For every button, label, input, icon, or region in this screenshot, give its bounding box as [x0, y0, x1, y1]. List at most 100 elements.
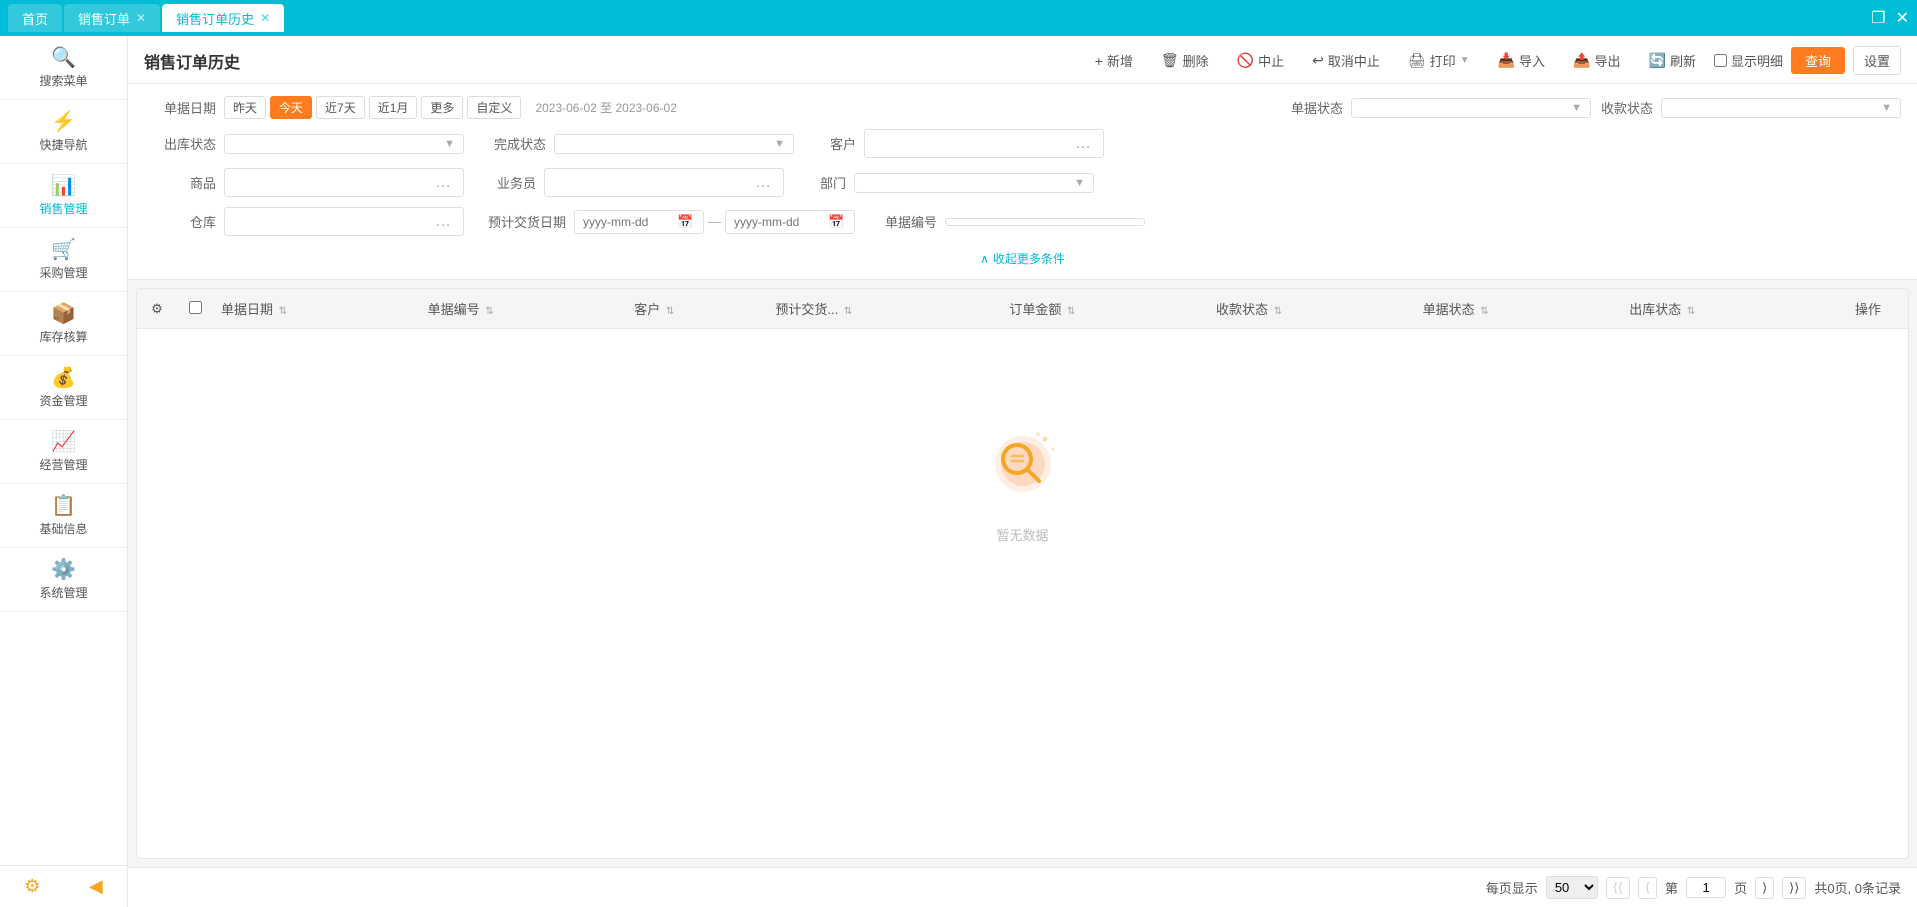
- completion-status-select[interactable]: ▼: [554, 134, 794, 154]
- sidebar-collapse-button[interactable]: ◀: [89, 876, 103, 897]
- date-btn-1month[interactable]: 近1月: [369, 96, 418, 119]
- th-number[interactable]: 单据编号 ⇅: [420, 289, 627, 329]
- tab-sales-order-close[interactable]: ✕: [136, 11, 146, 25]
- stop-icon: 🚫: [1237, 52, 1254, 69]
- quick-nav-icon: ⚡: [51, 112, 76, 132]
- prev-page-button[interactable]: ⟨: [1638, 877, 1657, 899]
- date-btn-more[interactable]: 更多: [421, 96, 463, 119]
- tab-bar-right: ❐ ✕: [1871, 8, 1909, 28]
- date-btn-yesterday[interactable]: 昨天: [224, 96, 266, 119]
- date-end-input[interactable]: [734, 215, 824, 229]
- order-number-input[interactable]: [945, 218, 1145, 226]
- th-operations: 操作: [1828, 289, 1908, 329]
- import-icon: 📥: [1498, 52, 1515, 69]
- calendar-end-icon[interactable]: 📅: [828, 214, 844, 230]
- date-btn-today[interactable]: 今天: [270, 96, 312, 119]
- th-checkbox[interactable]: [177, 289, 213, 329]
- sidebar-item-operations[interactable]: 📈 经营管理: [0, 420, 127, 484]
- cancel-stop-button[interactable]: ↩ 取消中止: [1302, 47, 1390, 74]
- inventory-icon: 📦: [51, 304, 76, 324]
- th-date[interactable]: 单据日期 ⇅: [213, 289, 420, 329]
- sort-warehouse-status-icon: ⇅: [1687, 306, 1695, 317]
- th-warehouse-status[interactable]: 出库状态 ⇅: [1621, 289, 1828, 329]
- goods-more-icon[interactable]: …: [431, 174, 455, 192]
- search-menu-icon: 🔍: [51, 48, 76, 68]
- warehouse-status-select[interactable]: ▼: [224, 134, 464, 154]
- collapse-button[interactable]: ∧ 收起更多条件: [144, 246, 1901, 267]
- page-size-select[interactable]: 50 10 20 100: [1546, 876, 1598, 899]
- calendar-start-icon[interactable]: 📅: [677, 214, 693, 230]
- query-button[interactable]: 查询: [1791, 47, 1845, 74]
- date-start-input[interactable]: [583, 215, 673, 229]
- tab-sales-order-history[interactable]: 销售订单历史 ✕: [162, 4, 284, 32]
- print-button[interactable]: 🖨 打印 ▼: [1398, 47, 1480, 74]
- salesperson-input[interactable]: [553, 172, 751, 193]
- table-settings-icon[interactable]: ⚙: [151, 301, 163, 316]
- data-table: ⚙ 单据日期 ⇅ 单据编号 ⇅: [137, 289, 1908, 329]
- last-page-button[interactable]: ⟩⟩: [1782, 877, 1806, 899]
- tab-sales-order-history-close[interactable]: ✕: [260, 11, 270, 25]
- sidebar: 🔍 搜索菜单 ⚡ 快捷导航 📊 销售管理 🛒 采购管理 📦 库存核算 💰 资金管…: [0, 36, 128, 907]
- tab-sales-order-label: 销售订单: [78, 9, 130, 28]
- sidebar-item-system-mgmt[interactable]: ⚙️ 系统管理: [0, 548, 127, 612]
- stop-button[interactable]: 🚫 中止: [1227, 47, 1294, 74]
- th-customer[interactable]: 客户 ⇅: [626, 289, 767, 329]
- tab-home[interactable]: 首页: [8, 4, 62, 32]
- tab-sales-order[interactable]: 销售订单 ✕: [64, 4, 160, 32]
- sidebar-settings-button[interactable]: ⚙: [24, 876, 40, 897]
- empty-state: 暂无数据: [137, 329, 1908, 584]
- window-close-icon[interactable]: ✕: [1896, 8, 1909, 28]
- select-all-checkbox[interactable]: [189, 301, 202, 314]
- export-button[interactable]: 📤 导出: [1563, 47, 1630, 74]
- window-restore-icon[interactable]: ❐: [1871, 8, 1885, 28]
- filter-area: 单据日期 昨天 今天 近7天 近1月: [128, 84, 1917, 280]
- display-columns-checkbox[interactable]: 显示明细: [1714, 51, 1783, 70]
- warehouse-input-wrap: …: [224, 207, 464, 236]
- th-payment-status[interactable]: 收款状态 ⇅: [1208, 289, 1415, 329]
- department-select[interactable]: ▼: [854, 173, 1094, 193]
- settings-button[interactable]: 设置: [1853, 46, 1901, 75]
- payment-status-label: 收款状态: [1591, 98, 1661, 117]
- date-label: 单据日期: [144, 98, 224, 117]
- current-page-input[interactable]: [1686, 877, 1726, 898]
- sidebar-item-inventory[interactable]: 📦 库存核算: [0, 292, 127, 356]
- customer-more-icon[interactable]: …: [1071, 135, 1095, 153]
- warehouse-more-icon[interactable]: …: [431, 213, 455, 231]
- import-button[interactable]: 📥 导入: [1488, 47, 1555, 74]
- customer-input[interactable]: [873, 133, 1071, 154]
- th-amount[interactable]: 订单金额 ⇅: [1001, 289, 1208, 329]
- date-btn-7days[interactable]: 近7天: [316, 96, 365, 119]
- add-button[interactable]: + 新增: [1085, 47, 1143, 74]
- order-status-select[interactable]: ▼: [1351, 98, 1591, 118]
- refresh-icon: 🔄: [1649, 52, 1666, 69]
- date-btn-custom[interactable]: 自定义: [467, 96, 521, 119]
- filter-row-4: 仓库 … 预计交货日期 📅 — 📅 单据编号: [144, 207, 1901, 236]
- delete-button[interactable]: 🗑 删除: [1151, 47, 1219, 74]
- refresh-label: 刷新: [1670, 51, 1696, 70]
- th-settings[interactable]: ⚙: [137, 289, 177, 329]
- sidebar-item-sales-mgmt[interactable]: 📊 销售管理: [0, 164, 127, 228]
- sidebar-item-finance[interactable]: 💰 资金管理: [0, 356, 127, 420]
- filter-row-1: 单据日期 昨天 今天 近7天 近1月: [144, 96, 1901, 119]
- print-arrow-icon: ▼: [1460, 55, 1470, 66]
- next-page-button[interactable]: ⟩: [1755, 877, 1774, 899]
- sidebar-item-purchase-mgmt[interactable]: 🛒 采购管理: [0, 228, 127, 292]
- sidebar-item-master-data[interactable]: 📋 基础信息: [0, 484, 127, 548]
- refresh-button[interactable]: 🔄 刷新: [1639, 47, 1706, 74]
- payment-status-select[interactable]: ▼: [1661, 98, 1901, 118]
- order-status-arrow-icon: ▼: [1571, 102, 1582, 114]
- page-label: 页: [1734, 878, 1747, 897]
- warehouse-input[interactable]: [233, 211, 431, 232]
- th-order-status[interactable]: 单据状态 ⇅: [1415, 289, 1622, 329]
- salesperson-label: 业务员: [484, 173, 544, 192]
- sidebar-item-quick-nav[interactable]: ⚡ 快捷导航: [0, 100, 127, 164]
- th-delivery[interactable]: 预计交货... ⇅: [767, 289, 1001, 329]
- sidebar-item-search-menu[interactable]: 🔍 搜索菜单: [0, 36, 127, 100]
- date-filter-value: 昨天 今天 近7天 近1月 更多: [224, 96, 1281, 119]
- goods-input[interactable]: [233, 172, 431, 193]
- first-page-button[interactable]: ⟨⟨: [1606, 877, 1630, 899]
- query-label: 查询: [1805, 51, 1831, 70]
- table-container: ⚙ 单据日期 ⇅ 单据编号 ⇅: [136, 288, 1909, 859]
- salesperson-more-icon[interactable]: …: [751, 174, 775, 192]
- sidebar-item-master-data-label: 基础信息: [39, 520, 87, 537]
